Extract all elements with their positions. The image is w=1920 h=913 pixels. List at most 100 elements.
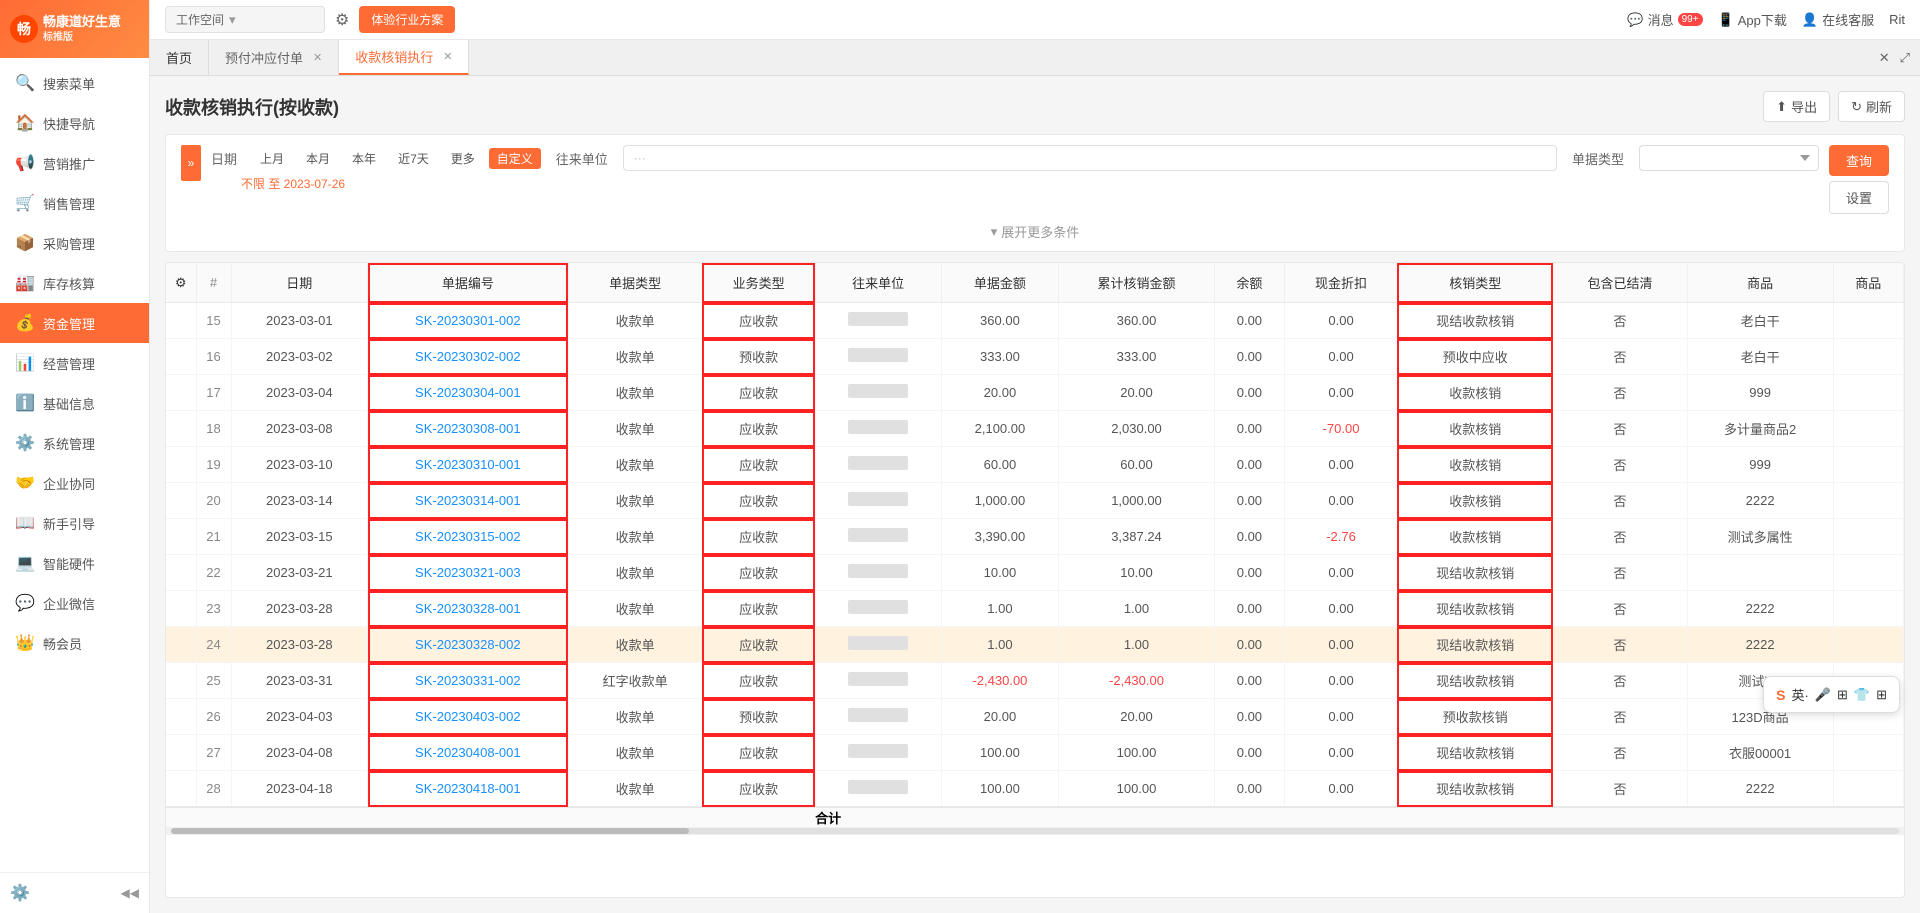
- bill-no-link[interactable]: SK-20230310-001: [415, 457, 521, 472]
- cell-bill-amount: 1.00: [941, 627, 1059, 663]
- tab-home[interactable]: 首页: [150, 40, 209, 75]
- table-row[interactable]: 21 2023-03-15 SK-20230315-002 收款单 应收款 3,…: [166, 519, 1904, 555]
- table-row[interactable]: 23 2023-03-28 SK-20230328-001 收款单 应收款 1.…: [166, 591, 1904, 627]
- user-info[interactable]: Rit: [1889, 12, 1905, 27]
- table-row[interactable]: 28 2023-04-18 SK-20230418-001 收款单 应收款 10…: [166, 771, 1904, 808]
- sidebar-item-marketing[interactable]: 📢 营销推广: [0, 143, 149, 183]
- share-icon: ⊞: [1876, 687, 1887, 703]
- bill-no-link[interactable]: SK-20230408-001: [415, 745, 521, 760]
- cell-balance: 0.00: [1214, 627, 1284, 663]
- date-opt-7days[interactable]: 近7天: [390, 148, 437, 169]
- export-btn[interactable]: ⬆ 导出: [1763, 91, 1830, 122]
- sidebar-item-sales[interactable]: 🛒 销售管理: [0, 183, 149, 223]
- gear-icon[interactable]: ⚙: [335, 10, 349, 30]
- industry-btn[interactable]: 体验行业方案: [359, 6, 455, 33]
- bill-no-link[interactable]: SK-20230301-002: [415, 313, 521, 328]
- bill-no-link[interactable]: SK-20230314-001: [415, 493, 521, 508]
- messages-btn[interactable]: 💬 消息 99+: [1627, 10, 1702, 29]
- sidebar-item-enterprise[interactable]: 🤝 企业协同: [0, 463, 149, 503]
- cell-writeoff-type: 收款核销: [1397, 375, 1552, 411]
- query-btn[interactable]: 查询: [1829, 145, 1889, 176]
- system-icon: ⚙️: [15, 433, 35, 453]
- sidebar-item-finance[interactable]: 💰 资金管理: [0, 303, 149, 343]
- bill-no-link[interactable]: SK-20230331-002: [415, 673, 521, 688]
- cell-bill-amount: 100.00: [941, 771, 1059, 808]
- sidebar-item-operations[interactable]: 📊 经营管理: [0, 343, 149, 383]
- app-download-btn[interactable]: 📱 App下载: [1718, 10, 1787, 29]
- table-row[interactable]: 20 2023-03-14 SK-20230314-001 收款单 应收款 1,…: [166, 483, 1904, 519]
- sidebar-item-purchase[interactable]: 📦 采购管理: [0, 223, 149, 263]
- bill-no-link[interactable]: SK-20230328-001: [415, 601, 521, 616]
- cell-bill-no: SK-20230328-001: [368, 591, 568, 627]
- table-scrollbar[interactable]: [166, 827, 1904, 835]
- cell-bill-no: SK-20230302-002: [368, 339, 568, 375]
- date-opt-thisyear[interactable]: 本年: [344, 148, 384, 169]
- bill-type-select[interactable]: [1639, 145, 1819, 171]
- date-opt-more[interactable]: 更多: [443, 148, 483, 169]
- bill-no-link[interactable]: SK-20230403-002: [415, 709, 521, 724]
- sidebar-collapse-icon[interactable]: ◀◀: [121, 886, 139, 900]
- cell-include-settled: 否: [1553, 771, 1687, 808]
- partner-input[interactable]: ···: [623, 145, 1557, 171]
- col-gear[interactable]: ⚙: [166, 263, 196, 303]
- sidebar-item-member[interactable]: 👑 畅会员: [0, 623, 149, 663]
- table-row[interactable]: 18 2023-03-08 SK-20230308-001 收款单 应收款 2,…: [166, 411, 1904, 447]
- sidebar-item-search[interactable]: 🔍 搜索菜单: [0, 63, 149, 103]
- close-all-icon[interactable]: ✕: [1879, 50, 1890, 66]
- tab-payable[interactable]: 预付冲应付单 ✕: [209, 40, 339, 75]
- date-opt-lastmonth[interactable]: 上月: [252, 148, 292, 169]
- partner-blurred: [848, 600, 908, 614]
- online-support-btn[interactable]: 👤 在线客服: [1802, 10, 1874, 29]
- expand-conditions-btn[interactable]: ▾ 展开更多条件: [181, 222, 1889, 241]
- expand-toggle-btn[interactable]: »: [181, 145, 201, 181]
- table-row[interactable]: 19 2023-03-10 SK-20230310-001 收款单 应收款 60…: [166, 447, 1904, 483]
- bill-no-link[interactable]: SK-20230418-001: [415, 781, 521, 796]
- page-content: 收款核销执行(按收款) ⬆ 导出 ↻ 刷新 » 日期: [150, 76, 1920, 913]
- scrollbar-thumb: [171, 828, 689, 834]
- cell-date: 2023-03-02: [231, 339, 368, 375]
- cell-product1: 衣服00001: [1687, 735, 1833, 771]
- cell-balance: 0.00: [1214, 375, 1284, 411]
- table-row[interactable]: 24 2023-03-28 SK-20230328-002 收款单 应收款 1.…: [166, 627, 1904, 663]
- tab-collection-close[interactable]: ✕: [443, 50, 452, 63]
- table-row[interactable]: 17 2023-03-04 SK-20230304-001 收款单 应收款 20…: [166, 375, 1904, 411]
- table-row[interactable]: 16 2023-03-02 SK-20230302-002 收款单 预收款 33…: [166, 339, 1904, 375]
- sidebar-settings-icon[interactable]: ⚙️: [10, 883, 30, 903]
- sidebar-item-inventory[interactable]: 🏭 库存核算: [0, 263, 149, 303]
- tab-payable-close[interactable]: ✕: [313, 51, 322, 64]
- sidebar-item-hardware[interactable]: 💻 智能硬件: [0, 543, 149, 583]
- cell-product2: [1833, 411, 1903, 447]
- cell-bill-no: SK-20230321-003: [368, 555, 568, 591]
- bill-no-link[interactable]: SK-20230304-001: [415, 385, 521, 400]
- table-row[interactable]: 25 2023-03-31 SK-20230331-002 红字收款单 应收款 …: [166, 663, 1904, 699]
- sidebar-item-guide[interactable]: 📖 新手引导: [0, 503, 149, 543]
- bill-no-link[interactable]: SK-20230302-002: [415, 349, 521, 364]
- cell-bill-type: 收款单: [568, 447, 702, 483]
- sidebar-item-basic[interactable]: ℹ️ 基础信息: [0, 383, 149, 423]
- table-row[interactable]: 26 2023-04-03 SK-20230403-002 收款单 预收款 20…: [166, 699, 1904, 735]
- sidebar-item-quicknav[interactable]: 🏠 快捷导航: [0, 103, 149, 143]
- bill-no-link[interactable]: SK-20230315-002: [415, 529, 521, 544]
- cell-cumulative: 333.00: [1059, 339, 1214, 375]
- cell-cash-discount: 0.00: [1285, 447, 1398, 483]
- cell-bill-amount: 20.00: [941, 375, 1059, 411]
- date-opt-thismonth[interactable]: 本月: [298, 148, 338, 169]
- sidebar-item-system[interactable]: ⚙️ 系统管理: [0, 423, 149, 463]
- bill-no-link[interactable]: SK-20230321-003: [415, 565, 521, 580]
- support-icon: 👤: [1802, 12, 1818, 28]
- col-bill-amount: 单据金额: [941, 263, 1059, 303]
- setting-btn[interactable]: 设置: [1829, 181, 1889, 214]
- table-row[interactable]: 22 2023-03-21 SK-20230321-003 收款单 应收款 10…: [166, 555, 1904, 591]
- table-row[interactable]: 27 2023-04-08 SK-20230408-001 收款单 应收款 10…: [166, 735, 1904, 771]
- cell-product2: [1833, 483, 1903, 519]
- bill-no-link[interactable]: SK-20230308-001: [415, 421, 521, 436]
- bill-no-link[interactable]: SK-20230328-002: [415, 637, 521, 652]
- table-row[interactable]: 15 2023-03-01 SK-20230301-002 收款单 应收款 36…: [166, 303, 1904, 339]
- date-custom-btn[interactable]: 自定义: [489, 148, 541, 169]
- sidebar-item-wechat[interactable]: 💬 企业微信: [0, 583, 149, 623]
- refresh-btn[interactable]: ↻ 刷新: [1838, 91, 1905, 122]
- cell-cumulative: 2,030.00: [1059, 411, 1214, 447]
- workspace-selector[interactable]: 工作空间 ▾: [165, 6, 325, 33]
- tab-collection[interactable]: 收款核销执行 ✕: [339, 40, 469, 75]
- expand-tab-icon[interactable]: ⤢: [1900, 50, 1910, 66]
